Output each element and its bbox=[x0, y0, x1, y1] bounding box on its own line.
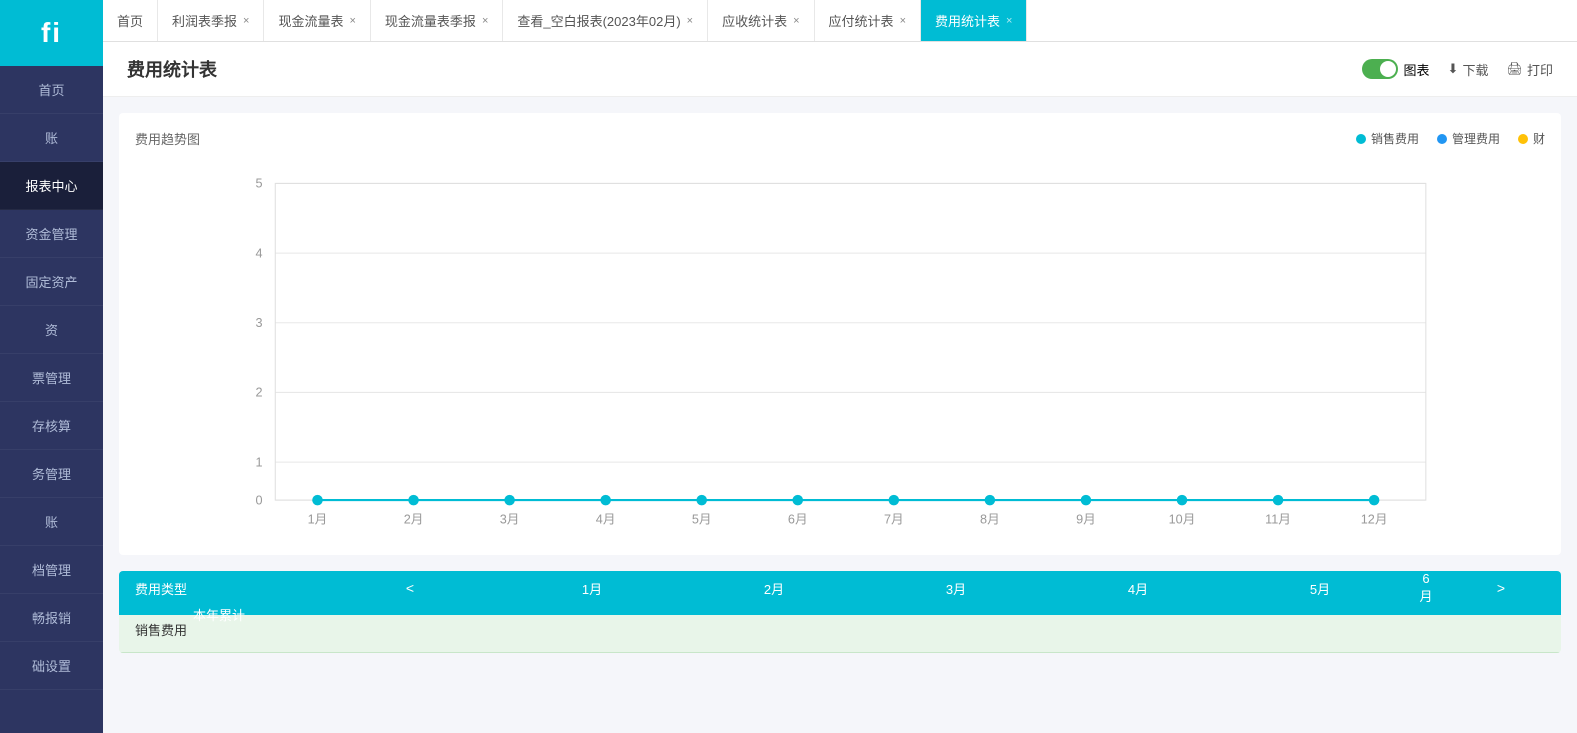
chart-title: 费用趋势图 bbox=[135, 129, 200, 148]
sidebar: fi 首页 账 报表中心 资金管理 固定资产 资 票管理 存核算 务管理 账 档… bbox=[0, 0, 103, 733]
print-button[interactable]: 🖨 打印 bbox=[1506, 60, 1553, 79]
svg-text:7月: 7月 bbox=[884, 512, 904, 526]
sidebar-item-settings[interactable]: 础设置 bbox=[0, 642, 103, 690]
legend-sales-label: 销售费用 bbox=[1371, 130, 1419, 147]
legend-finance-label: 财 bbox=[1533, 130, 1545, 147]
chart-section: 费用趋势图 销售费用 管理费用 财 bbox=[119, 113, 1561, 555]
tab-profit[interactable]: 利润表季报 × bbox=[158, 0, 264, 41]
tab-close-profit[interactable]: × bbox=[243, 15, 249, 27]
legend-admin-dot bbox=[1437, 134, 1447, 144]
tab-close-blank[interactable]: × bbox=[687, 15, 693, 27]
table-header-row: 费用类型 < 1月 2月 3月 4月 5月 bbox=[119, 571, 1561, 615]
table-header-month4: 4月 bbox=[1047, 579, 1229, 598]
sidebar-item-account[interactable]: 账 bbox=[0, 114, 103, 162]
legend-admin-label: 管理费用 bbox=[1452, 130, 1500, 147]
svg-text:2: 2 bbox=[256, 386, 263, 400]
svg-text:5: 5 bbox=[256, 177, 263, 191]
page-title: 费用统计表 bbox=[127, 56, 217, 82]
sidebar-item-report-center[interactable]: 报表中心 bbox=[0, 162, 103, 210]
svg-text:4月: 4月 bbox=[596, 512, 616, 526]
sidebar-item-fixed-assets[interactable]: 固定资产 bbox=[0, 258, 103, 306]
svg-text:4: 4 bbox=[256, 246, 263, 260]
table-header-nav-next[interactable]: > bbox=[1441, 580, 1561, 596]
svg-text:10月: 10月 bbox=[1169, 512, 1196, 526]
table-cell-type: 销售费用 bbox=[119, 620, 319, 639]
tab-expense[interactable]: 费用统计表 × bbox=[921, 0, 1027, 41]
table-header-month5: 5月 bbox=[1229, 579, 1411, 598]
sidebar-item-business-mgmt[interactable]: 务管理 bbox=[0, 450, 103, 498]
table-header-month1: 1月 bbox=[501, 579, 683, 598]
table-header-month2: 2月 bbox=[683, 579, 865, 598]
legend-admin: 管理费用 bbox=[1437, 130, 1500, 147]
svg-text:11月: 11月 bbox=[1265, 512, 1291, 526]
sidebar-item-inventory[interactable]: 存核算 bbox=[0, 402, 103, 450]
svg-text:1月: 1月 bbox=[308, 512, 328, 526]
svg-text:5月: 5月 bbox=[692, 512, 712, 526]
tab-close-expense[interactable]: × bbox=[1006, 15, 1012, 27]
sidebar-item-file-mgmt[interactable]: 档管理 bbox=[0, 546, 103, 594]
table-header-type: 费用类型 bbox=[119, 579, 319, 598]
svg-text:6月: 6月 bbox=[788, 512, 808, 526]
table-header-nav-prev[interactable]: < bbox=[319, 580, 501, 596]
chart-toggle-label: 图表 bbox=[1404, 60, 1430, 79]
tab-close-cashflow[interactable]: × bbox=[349, 15, 355, 27]
main-content: 首页 利润表季报 × 现金流量表 × 现金流量表季报 × 查看_空白报表(202… bbox=[103, 0, 1577, 733]
sidebar-item-ticket-mgmt[interactable]: 票管理 bbox=[0, 354, 103, 402]
chart-svg: 5 4 3 2 1 0 bbox=[135, 156, 1545, 536]
table-header-month3: 3月 bbox=[865, 579, 1047, 598]
legend-finance-dot bbox=[1518, 134, 1528, 144]
sidebar-item-ledger[interactable]: 账 bbox=[0, 498, 103, 546]
svg-text:3月: 3月 bbox=[500, 512, 520, 526]
chart-header: 费用趋势图 销售费用 管理费用 财 bbox=[135, 129, 1545, 148]
svg-text:9月: 9月 bbox=[1076, 512, 1096, 526]
tab-ap[interactable]: 应付统计表 × bbox=[815, 0, 921, 41]
download-icon: ⬇ bbox=[1448, 61, 1459, 77]
svg-text:1: 1 bbox=[256, 455, 263, 469]
sidebar-logo: fi bbox=[0, 0, 103, 66]
chart-legend: 销售费用 管理费用 财 bbox=[1356, 130, 1545, 147]
tab-blank[interactable]: 查看_空白报表(2023年02月) × bbox=[503, 0, 708, 41]
sidebar-item-fund-mgmt[interactable]: 资金管理 bbox=[0, 210, 103, 258]
legend-sales-dot bbox=[1356, 134, 1366, 144]
svg-text:2月: 2月 bbox=[404, 512, 424, 526]
tab-close-ap[interactable]: × bbox=[900, 15, 906, 27]
tab-home[interactable]: 首页 bbox=[103, 0, 158, 41]
tab-cashflow-q[interactable]: 现金流量表季报 × bbox=[371, 0, 503, 41]
table-section: 费用类型 < 1月 2月 3月 4月 5月 bbox=[119, 571, 1561, 653]
svg-text:0: 0 bbox=[256, 493, 263, 507]
page-actions: 图表 ⬇ 下载 🖨 打印 bbox=[1362, 59, 1553, 79]
print-icon: 🖨 bbox=[1506, 61, 1523, 77]
legend-finance: 财 bbox=[1518, 130, 1545, 147]
download-button[interactable]: ⬇ 下载 bbox=[1448, 60, 1489, 79]
legend-sales: 销售费用 bbox=[1356, 130, 1419, 147]
svg-text:3: 3 bbox=[256, 316, 263, 330]
table-row: 销售费用 bbox=[119, 615, 1561, 653]
chart-toggle[interactable] bbox=[1362, 59, 1398, 79]
chart-toggle-wrap: 图表 bbox=[1362, 59, 1430, 79]
chart-svg-wrapper: 5 4 3 2 1 0 bbox=[135, 156, 1545, 539]
sidebar-item-expense[interactable]: 畅报销 bbox=[0, 594, 103, 642]
sidebar-item-home[interactable]: 首页 bbox=[0, 66, 103, 114]
svg-text:12月: 12月 bbox=[1361, 512, 1388, 526]
tab-close-ar[interactable]: × bbox=[793, 15, 799, 27]
content-area: 费用统计表 图表 ⬇ 下载 🖨 打印 费用趋势图 bbox=[103, 42, 1577, 733]
tab-ar[interactable]: 应收统计表 × bbox=[708, 0, 814, 41]
tab-bar: 首页 利润表季报 × 现金流量表 × 现金流量表季报 × 查看_空白报表(202… bbox=[103, 0, 1577, 42]
svg-text:8月: 8月 bbox=[980, 512, 1000, 526]
table-header-month6: 6月 bbox=[1411, 571, 1441, 605]
tab-cashflow[interactable]: 现金流量表 × bbox=[264, 0, 370, 41]
page-header: 费用统计表 图表 ⬇ 下载 🖨 打印 bbox=[103, 42, 1577, 97]
tab-close-cashflow-q[interactable]: × bbox=[482, 15, 488, 27]
sidebar-item-asset[interactable]: 资 bbox=[0, 306, 103, 354]
